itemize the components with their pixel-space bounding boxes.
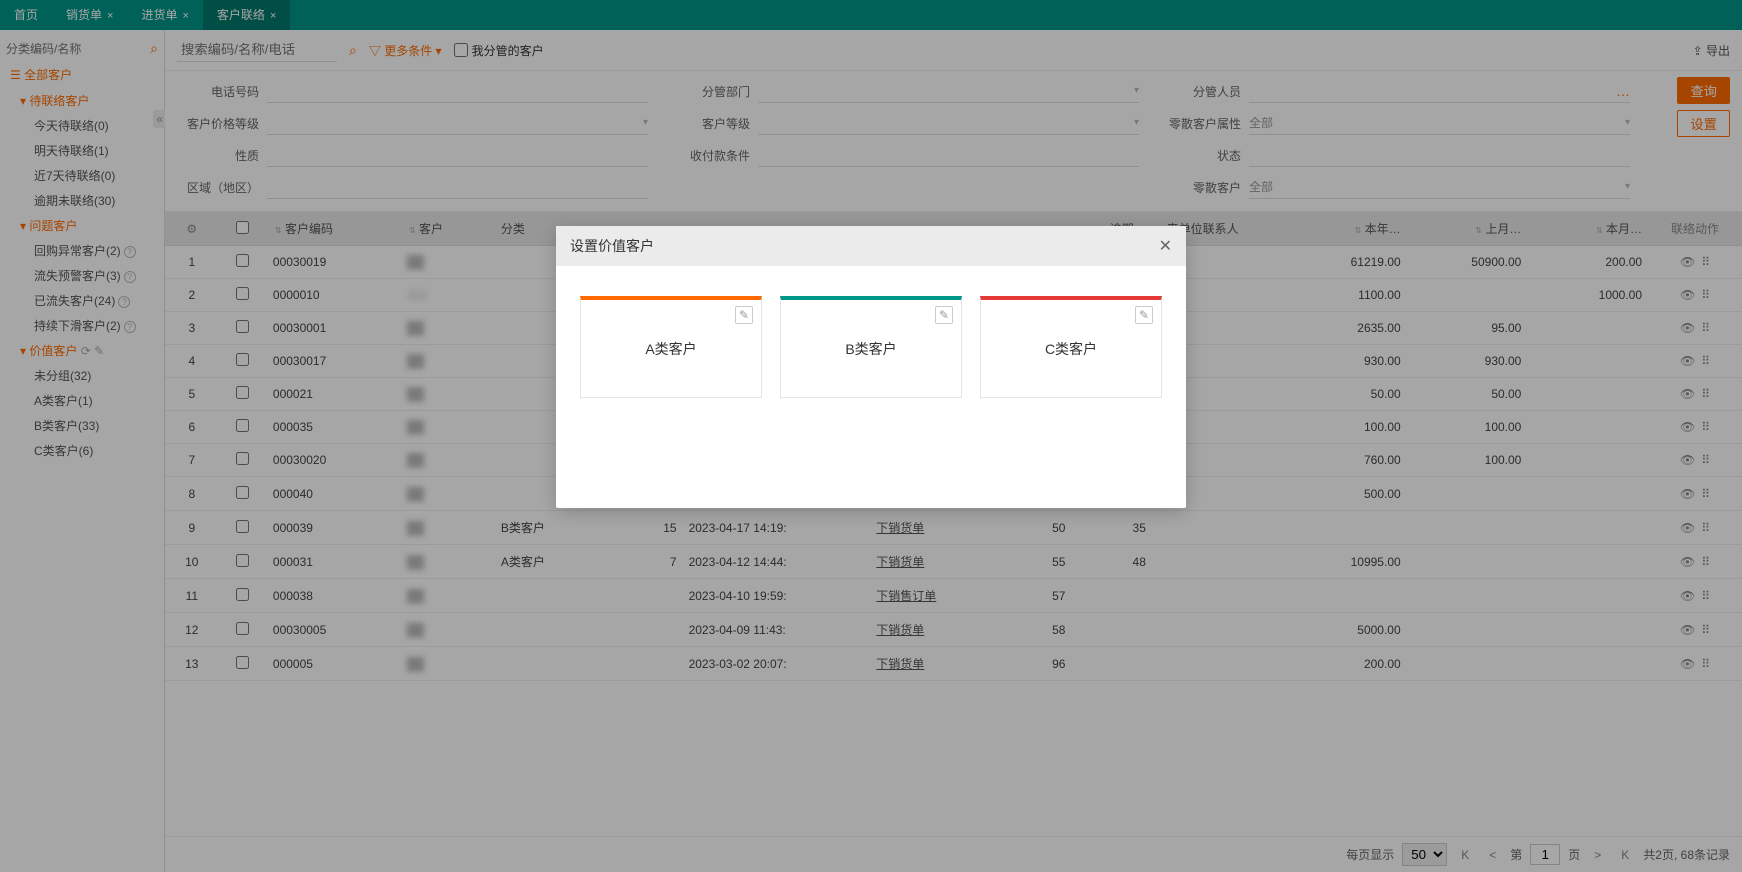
modal-title: 设置价值客户 xyxy=(570,236,654,256)
value-card-a[interactable]: ✎ A类客户 xyxy=(580,296,762,398)
edit-icon[interactable]: ✎ xyxy=(1135,306,1153,324)
edit-icon[interactable]: ✎ xyxy=(735,306,753,324)
modal-overlay[interactable]: 设置价值客户 ✕ ✎ A类客户 ✎ B类客户 ✎ C类客户 xyxy=(0,0,1742,872)
card-label: A类客户 xyxy=(645,339,696,359)
card-label: C类客户 xyxy=(1045,339,1097,359)
edit-icon[interactable]: ✎ xyxy=(935,306,953,324)
value-customer-modal: 设置价值客户 ✕ ✎ A类客户 ✎ B类客户 ✎ C类客户 xyxy=(556,226,1186,508)
value-card-b[interactable]: ✎ B类客户 xyxy=(780,296,962,398)
close-icon[interactable]: ✕ xyxy=(1159,236,1172,256)
card-label: B类客户 xyxy=(845,339,896,359)
value-card-c[interactable]: ✎ C类客户 xyxy=(980,296,1162,398)
